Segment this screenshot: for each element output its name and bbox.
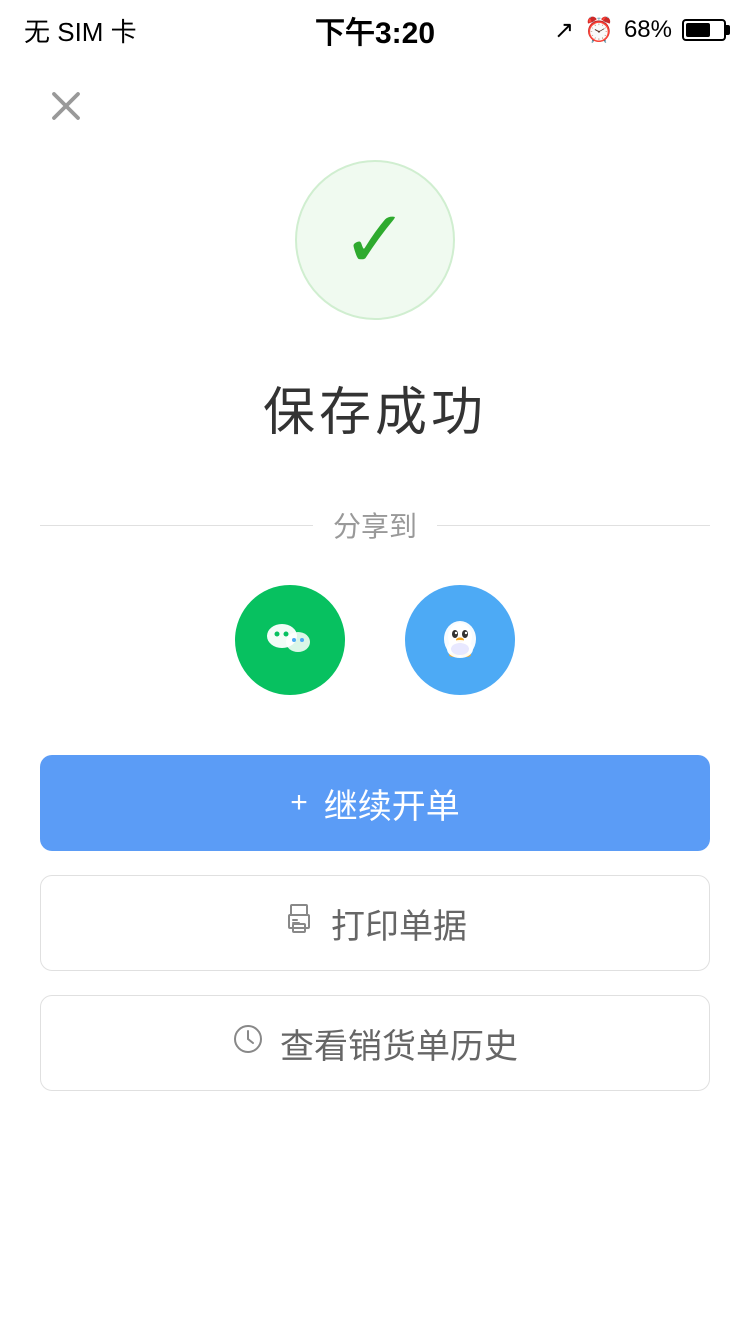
wechat-icon	[259, 609, 321, 671]
status-bar: 无 SIM 卡 下午3:20 ↗ ⏰ 68%	[0, 0, 750, 60]
plus-icon: +	[290, 786, 308, 820]
status-left: 无 SIM 卡	[24, 12, 147, 49]
divider-right	[437, 525, 710, 526]
print-label: 打印单据	[331, 899, 467, 948]
status-right: ↗ ⏰ 68%	[554, 16, 726, 45]
clock-icon	[232, 1023, 264, 1063]
carrier-text: 无 SIM 卡	[24, 12, 137, 49]
close-button[interactable]	[40, 80, 92, 132]
battery-icon	[682, 19, 726, 41]
history-label: 查看销货单历史	[280, 1019, 518, 1068]
success-circle: ✓	[295, 160, 455, 320]
share-label: 分享到	[333, 505, 417, 545]
continue-order-label: 继续开单	[324, 779, 460, 828]
share-divider: 分享到	[40, 505, 710, 545]
actions-container: + 继续开单 打印单据 查看销货单历史	[40, 755, 710, 1091]
share-icons	[235, 585, 515, 695]
main-content: ✓ 保存成功 分享到	[0, 60, 750, 1334]
checkmark-icon: ✓	[341, 200, 408, 280]
history-button[interactable]: 查看销货单历史	[40, 995, 710, 1091]
print-icon	[283, 903, 315, 943]
location-icon: ↗	[554, 16, 574, 45]
qq-share-button[interactable]	[405, 585, 515, 695]
print-button[interactable]: 打印单据	[40, 875, 710, 971]
continue-order-button[interactable]: + 继续开单	[40, 755, 710, 851]
qq-icon	[429, 609, 491, 671]
battery-percentage: 68%	[624, 16, 672, 44]
divider-left	[40, 525, 313, 526]
success-title: 保存成功	[263, 370, 487, 445]
alarm-icon: ⏰	[584, 16, 614, 45]
wechat-share-button[interactable]	[235, 585, 345, 695]
status-time: 下午3:20	[315, 8, 435, 52]
